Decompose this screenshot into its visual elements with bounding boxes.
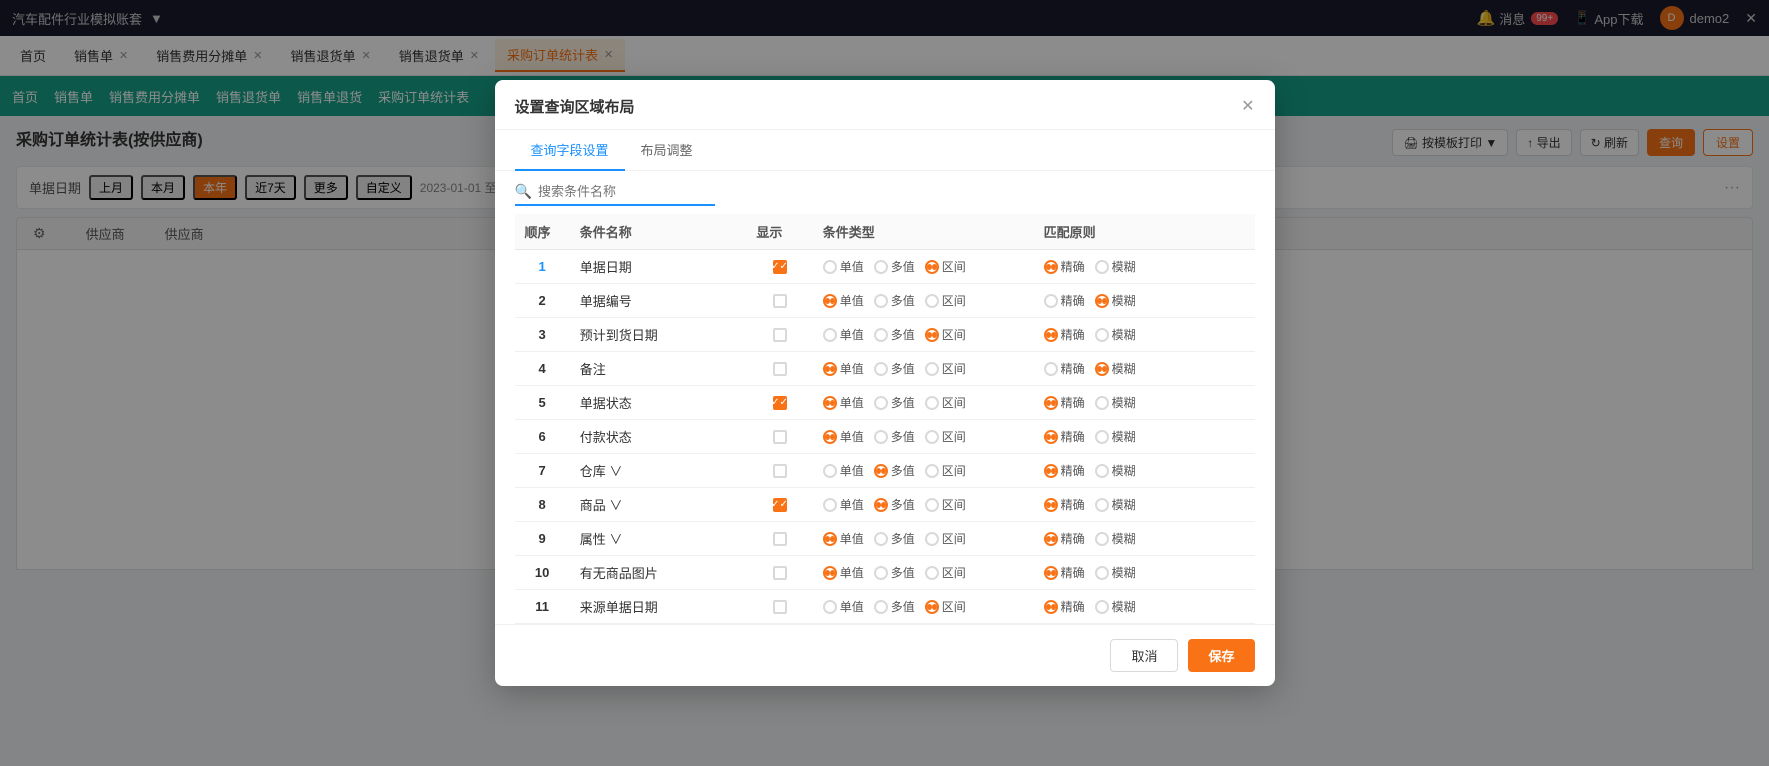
row-display-checkbox[interactable] bbox=[746, 284, 812, 318]
dialog-footer: 取消 保存 bbox=[495, 624, 1275, 686]
save-btn[interactable]: 保存 bbox=[1188, 639, 1254, 672]
cancel-btn[interactable]: 取消 bbox=[1110, 639, 1178, 672]
row-order: 9 bbox=[515, 522, 570, 556]
row-name: 单据状态 bbox=[570, 386, 747, 420]
row-name: 属性 ∨ bbox=[570, 522, 747, 556]
dialog-title: 设置查询区域布局 bbox=[515, 96, 635, 117]
dialog-overlay: 设置查询区域布局 ✕ 查询字段设置 布局调整 🔍 顺序 条件名称 显示 bbox=[0, 0, 1769, 766]
table-row: 6付款状态 单值多值区间精确模糊 bbox=[515, 420, 1255, 454]
row-name: 商品 ∨ bbox=[570, 488, 747, 522]
table-row: 7仓库 ∨ 单值多值区间精确模糊 bbox=[515, 454, 1255, 488]
table-row: 1单据日期✓单值多值区间精确模糊 bbox=[515, 250, 1255, 284]
row-type: 单值多值区间 bbox=[813, 386, 1034, 420]
table-row: 9属性 ∨ 单值多值区间精确模糊 bbox=[515, 522, 1255, 556]
row-display-checkbox[interactable]: ✓ bbox=[746, 386, 812, 420]
row-order: 7 bbox=[515, 454, 570, 488]
table-row: 10有无商品图片 单值多值区间精确模糊 bbox=[515, 556, 1255, 590]
row-match: 精确模糊 bbox=[1034, 556, 1255, 590]
tab-query-fields[interactable]: 查询字段设置 bbox=[515, 130, 625, 171]
row-order: 6 bbox=[515, 420, 570, 454]
row-name: 付款状态 bbox=[570, 420, 747, 454]
th-type: 条件类型 bbox=[813, 214, 1034, 250]
row-order: 3 bbox=[515, 318, 570, 352]
row-display-checkbox[interactable] bbox=[746, 420, 812, 454]
settings-dialog: 设置查询区域布局 ✕ 查询字段设置 布局调整 🔍 顺序 条件名称 显示 bbox=[495, 80, 1275, 686]
th-name: 条件名称 bbox=[570, 214, 747, 250]
row-match: 精确模糊 bbox=[1034, 420, 1255, 454]
row-type: 单值多值区间 bbox=[813, 352, 1034, 386]
row-type: 单值多值区间 bbox=[813, 250, 1034, 284]
row-match: 精确模糊 bbox=[1034, 488, 1255, 522]
row-order: 8 bbox=[515, 488, 570, 522]
table-row: 2单据编号 单值多值区间精确模糊 bbox=[515, 284, 1255, 318]
table-row: 8商品 ∨✓单值多值区间精确模糊 bbox=[515, 488, 1255, 522]
row-type: 单值多值区间 bbox=[813, 318, 1034, 352]
row-display-checkbox[interactable] bbox=[746, 454, 812, 488]
row-match: 精确模糊 bbox=[1034, 454, 1255, 488]
conditions-table: 顺序 条件名称 显示 条件类型 匹配原则 1单据日期✓单值多值区间精确模糊2单据… bbox=[515, 214, 1255, 624]
search-bar: 🔍 bbox=[495, 171, 1275, 214]
table-row: 4备注 单值多值区间精确模糊 bbox=[515, 352, 1255, 386]
row-type: 单值多值区间 bbox=[813, 590, 1034, 624]
row-order: 5 bbox=[515, 386, 570, 420]
table-row: 11来源单据日期 单值多值区间精确模糊 bbox=[515, 590, 1255, 624]
row-display-checkbox[interactable] bbox=[746, 318, 812, 352]
row-match: 精确模糊 bbox=[1034, 522, 1255, 556]
row-order: 11 bbox=[515, 590, 570, 624]
table-row: 5单据状态✓单值多值区间精确模糊 bbox=[515, 386, 1255, 420]
tab-layout[interactable]: 布局调整 bbox=[625, 130, 709, 171]
row-display-checkbox[interactable] bbox=[746, 590, 812, 624]
row-order: 1 bbox=[515, 250, 570, 284]
row-match: 精确模糊 bbox=[1034, 250, 1255, 284]
row-name: 仓库 ∨ bbox=[570, 454, 747, 488]
dialog-table-wrap: 顺序 条件名称 显示 条件类型 匹配原则 1单据日期✓单值多值区间精确模糊2单据… bbox=[495, 214, 1275, 624]
th-order: 顺序 bbox=[515, 214, 570, 250]
row-order: 4 bbox=[515, 352, 570, 386]
row-display-checkbox[interactable] bbox=[746, 352, 812, 386]
row-name: 单据编号 bbox=[570, 284, 747, 318]
dialog-close-btn[interactable]: ✕ bbox=[1241, 99, 1254, 115]
row-display-checkbox[interactable] bbox=[746, 522, 812, 556]
row-match: 精确模糊 bbox=[1034, 318, 1255, 352]
row-match: 精确模糊 bbox=[1034, 590, 1255, 624]
row-type: 单值多值区间 bbox=[813, 522, 1034, 556]
search-input[interactable] bbox=[538, 184, 715, 199]
row-name: 预计到货日期 bbox=[570, 318, 747, 352]
row-match: 精确模糊 bbox=[1034, 352, 1255, 386]
row-display-checkbox[interactable]: ✓ bbox=[746, 250, 812, 284]
row-type: 单值多值区间 bbox=[813, 420, 1034, 454]
dialog-tabs: 查询字段设置 布局调整 bbox=[495, 130, 1275, 171]
row-type: 单值多值区间 bbox=[813, 488, 1034, 522]
search-icon: 🔍 bbox=[515, 183, 532, 200]
row-match: 精确模糊 bbox=[1034, 284, 1255, 318]
row-name: 备注 bbox=[570, 352, 747, 386]
row-name: 来源单据日期 bbox=[570, 590, 747, 624]
row-display-checkbox[interactable] bbox=[746, 556, 812, 590]
row-type: 单值多值区间 bbox=[813, 556, 1034, 590]
row-order: 2 bbox=[515, 284, 570, 318]
row-type: 单值多值区间 bbox=[813, 284, 1034, 318]
row-name: 单据日期 bbox=[570, 250, 747, 284]
row-name: 有无商品图片 bbox=[570, 556, 747, 590]
row-match: 精确模糊 bbox=[1034, 386, 1255, 420]
row-order: 10 bbox=[515, 556, 570, 590]
th-display: 显示 bbox=[746, 214, 812, 250]
row-type: 单值多值区间 bbox=[813, 454, 1034, 488]
table-row: 3预计到货日期 单值多值区间精确模糊 bbox=[515, 318, 1255, 352]
th-match: 匹配原则 bbox=[1034, 214, 1255, 250]
dialog-header: 设置查询区域布局 ✕ bbox=[495, 80, 1275, 130]
row-display-checkbox[interactable]: ✓ bbox=[746, 488, 812, 522]
